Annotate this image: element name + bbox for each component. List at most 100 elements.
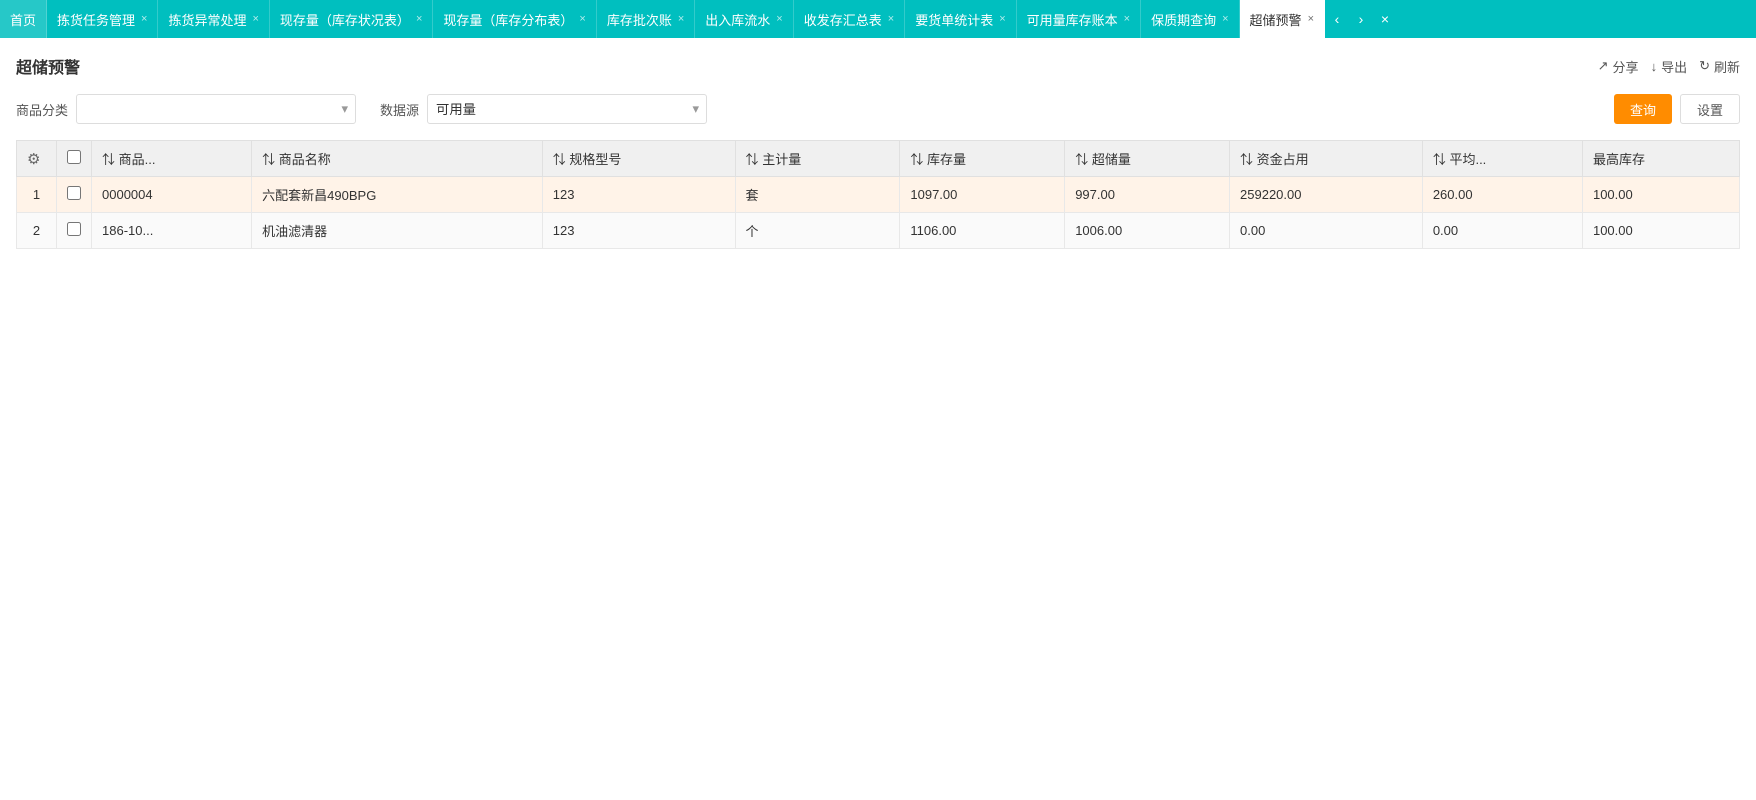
col-spec-header[interactable]: ⇅ 规格型号 xyxy=(542,141,735,177)
row-maxstock-1: 100.00 xyxy=(1582,213,1739,249)
filter-area: 商品分类 数据源 可用量 查询 设置 xyxy=(16,94,1740,124)
category-select-wrapper xyxy=(76,94,356,124)
nav-item-8[interactable]: 要货单统计表 × xyxy=(905,0,1016,38)
nav-prev-button[interactable]: ‹ xyxy=(1325,0,1349,38)
refresh-button[interactable]: ↻ 刷新 xyxy=(1699,57,1740,76)
nav-close-11[interactable]: × xyxy=(1308,13,1314,25)
page-header: 超储预警 ↗ 分享 ↓ 导出 ↻ 刷新 xyxy=(16,54,1740,78)
nav-label-3: 现存量（库存状况表） xyxy=(280,10,410,29)
query-button[interactable]: 查询 xyxy=(1614,94,1672,124)
col-overstock-header[interactable]: ⇅ 超储量 xyxy=(1065,141,1230,177)
datasource-select[interactable]: 可用量 xyxy=(427,94,707,124)
category-select[interactable] xyxy=(76,94,356,124)
row-checkbox-1[interactable] xyxy=(67,222,81,236)
col-checkbox-header[interactable] xyxy=(57,141,92,177)
header-actions: ↗ 分享 ↓ 导出 ↻ 刷新 xyxy=(1598,57,1740,76)
nav-label-6: 出入库流水 xyxy=(705,10,770,29)
nav-label-1: 拣货任务管理 xyxy=(57,10,135,29)
row-spec-0: 123 xyxy=(542,177,735,213)
nav-label-8: 要货单统计表 xyxy=(915,10,993,29)
row-checkbox-cell-0[interactable] xyxy=(57,177,92,213)
col-avg-header[interactable]: ⇅ 平均... xyxy=(1422,141,1582,177)
nav-close-1[interactable]: × xyxy=(141,13,147,25)
row-index-1: 2 xyxy=(17,213,57,249)
nav-item-9[interactable]: 可用量库存账本 × xyxy=(1017,0,1141,38)
nav-close-2[interactable]: × xyxy=(252,13,258,25)
nav-item-4[interactable]: 现存量（库存分布表） × xyxy=(433,0,596,38)
row-checkbox-cell-1[interactable] xyxy=(57,213,92,249)
category-label: 商品分类 xyxy=(16,100,68,119)
col-product-code-header[interactable]: ⇅ 商品... xyxy=(92,141,252,177)
datasource-filter-group: 数据源 可用量 xyxy=(380,94,707,124)
nav-close-4[interactable]: × xyxy=(579,13,585,25)
col-capital-header[interactable]: ⇅ 资金占用 xyxy=(1230,141,1423,177)
row-index-0: 1 xyxy=(17,177,57,213)
nav-item-2[interactable]: 拣货异常处理 × xyxy=(158,0,269,38)
row-maxstock-0: 100.00 xyxy=(1582,177,1739,213)
nav-item-11[interactable]: 超储预警 × xyxy=(1240,0,1325,38)
table-row: 2 186-10... 机油滤清器 123 个 1106.00 1006.00 … xyxy=(17,213,1740,249)
row-product-name-0: 六配套新昌490BPG xyxy=(252,177,543,213)
row-unit-0: 套 xyxy=(735,177,900,213)
row-stock-0: 1097.00 xyxy=(900,177,1065,213)
data-table: ⚙ ⇅ 商品... ⇅ 商品名称 ⇅ 规格型号 ⇅ 主计量 ⇅ xyxy=(16,140,1740,249)
col-unit-header[interactable]: ⇅ 主计量 xyxy=(735,141,900,177)
nav-item-3[interactable]: 现存量（库存状况表） × xyxy=(270,0,433,38)
nav-close-9[interactable]: × xyxy=(1124,13,1130,25)
row-overstock-1: 1006.00 xyxy=(1065,213,1230,249)
nav-close-6[interactable]: × xyxy=(776,13,782,25)
row-checkbox-0[interactable] xyxy=(67,186,81,200)
export-icon: ↓ xyxy=(1651,59,1658,74)
nav-label-4: 现存量（库存分布表） xyxy=(443,10,573,29)
nav-item-7[interactable]: 收发存汇总表 × xyxy=(794,0,905,38)
nav-close-10[interactable]: × xyxy=(1222,13,1228,25)
gear-icon[interactable]: ⚙ xyxy=(27,151,40,168)
col-maxstock-header[interactable]: 最高库存 xyxy=(1582,141,1739,177)
table-body: 1 0000004 六配套新昌490BPG 123 套 1097.00 997.… xyxy=(17,177,1740,249)
col-product-name-header[interactable]: ⇅ 商品名称 xyxy=(252,141,543,177)
nav-item-5[interactable]: 库存批次账 × xyxy=(597,0,695,38)
row-stock-1: 1106.00 xyxy=(900,213,1065,249)
table-row: 1 0000004 六配套新昌490BPG 123 套 1097.00 997.… xyxy=(17,177,1740,213)
nav-next-button[interactable]: › xyxy=(1349,0,1373,38)
page-title: 超储预警 xyxy=(16,54,80,78)
nav-label-5: 库存批次账 xyxy=(607,10,672,29)
col-stock-header[interactable]: ⇅ 库存量 xyxy=(900,141,1065,177)
col-settings-header[interactable]: ⚙ xyxy=(17,141,57,177)
nav-item-1[interactable]: 拣货任务管理 × xyxy=(47,0,158,38)
datasource-label: 数据源 xyxy=(380,100,419,119)
datasource-select-wrapper: 可用量 xyxy=(427,94,707,124)
row-unit-1: 个 xyxy=(735,213,900,249)
nav-item-home[interactable]: 首页 xyxy=(0,0,47,38)
row-avg-0: 260.00 xyxy=(1422,177,1582,213)
row-overstock-0: 997.00 xyxy=(1065,177,1230,213)
row-avg-1: 0.00 xyxy=(1422,213,1582,249)
nav-label-10: 保质期查询 xyxy=(1151,10,1216,29)
settings-button[interactable]: 设置 xyxy=(1680,94,1740,124)
select-all-checkbox[interactable] xyxy=(67,150,81,164)
row-product-code-1: 186-10... xyxy=(92,213,252,249)
page-content: 超储预警 ↗ 分享 ↓ 导出 ↻ 刷新 商品分类 xyxy=(0,38,1756,800)
nav-label-7: 收发存汇总表 xyxy=(804,10,882,29)
nav-close-3[interactable]: × xyxy=(416,13,422,25)
share-icon: ↗ xyxy=(1598,58,1609,74)
export-button[interactable]: ↓ 导出 xyxy=(1651,57,1688,76)
nav-close-8[interactable]: × xyxy=(999,13,1005,25)
nav-item-6[interactable]: 出入库流水 × xyxy=(695,0,793,38)
nav-close-7[interactable]: × xyxy=(888,13,894,25)
nav-item-10[interactable]: 保质期查询 × xyxy=(1141,0,1239,38)
refresh-icon: ↻ xyxy=(1699,58,1710,74)
nav-label-9: 可用量库存账本 xyxy=(1027,10,1118,29)
share-button[interactable]: ↗ 分享 xyxy=(1598,57,1639,76)
nav-label-home: 首页 xyxy=(10,10,36,29)
nav-bar: 首页 拣货任务管理 × 拣货异常处理 × 现存量（库存状况表） × 现存量（库存… xyxy=(0,0,1756,38)
category-filter-group: 商品分类 xyxy=(16,94,356,124)
nav-label-2: 拣货异常处理 xyxy=(168,10,246,29)
nav-label-11: 超储预警 xyxy=(1250,10,1302,29)
table-header-row: ⚙ ⇅ 商品... ⇅ 商品名称 ⇅ 规格型号 ⇅ 主计量 ⇅ xyxy=(17,141,1740,177)
nav-more-button[interactable]: × xyxy=(1373,0,1397,38)
nav-close-5[interactable]: × xyxy=(678,13,684,25)
row-product-name-1: 机油滤清器 xyxy=(252,213,543,249)
row-spec-1: 123 xyxy=(542,213,735,249)
row-capital-1: 0.00 xyxy=(1230,213,1423,249)
